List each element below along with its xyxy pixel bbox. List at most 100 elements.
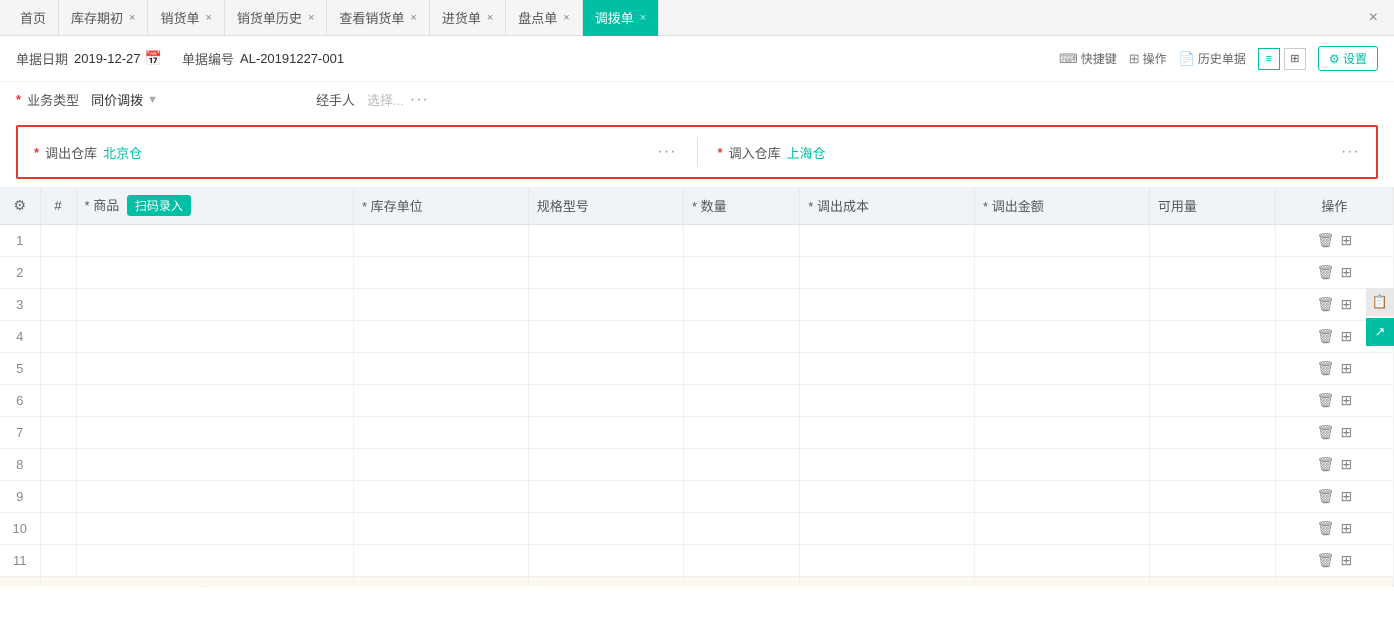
tab-home[interactable]: 首页 <box>8 0 59 36</box>
tab-close-sales-history[interactable]: × <box>308 12 314 24</box>
tab-sales-history[interactable]: 销货单历史 × <box>225 0 327 36</box>
tab-close-transfer[interactable]: × <box>640 12 646 24</box>
scan-button[interactable]: 扫码录入 <box>127 195 191 216</box>
delete-icon[interactable]: 🗑 <box>1317 552 1335 569</box>
delete-icon[interactable]: 🗑 <box>1317 520 1335 537</box>
operator-select[interactable]: 选择... <box>367 90 404 109</box>
settings-gear-icon: ⚙ <box>1329 52 1340 66</box>
business-type-field: * 业务类型 同价调拨 ▼ <box>16 90 296 109</box>
date-label: 单据日期 <box>16 49 68 68</box>
tab-close-purchase[interactable]: × <box>487 12 493 24</box>
tab-transfer[interactable]: 调拨单 × <box>583 0 659 36</box>
table-row: 9🗑⊞ <box>0 481 1394 513</box>
table-settings-icon[interactable]: ⚙ <box>13 197 26 213</box>
delete-icon[interactable]: 🗑 <box>1317 424 1335 441</box>
warehouse-out-required: * <box>34 145 39 160</box>
warehouse-in-required: * <box>718 145 723 160</box>
col-amount: * 调出金额 <box>975 187 1150 225</box>
col-spec: 规格型号 <box>528 187 683 225</box>
tab-bar: 首页 库存期初 × 销货单 × 销货单历史 × 查看销货单 × 进货单 × 盘点… <box>0 0 1394 36</box>
sidebar-expand-btn[interactable]: ↗ <box>1366 318 1394 346</box>
warehouse-in-label: 调入仓库 <box>729 143 781 162</box>
col-index: # <box>40 187 76 225</box>
tab-close-inventory-init[interactable]: × <box>129 12 135 24</box>
sidebar-doc-btn[interactable]: 📋 <box>1366 288 1394 316</box>
table-row: 6🗑⊞ <box>0 385 1394 417</box>
col-unit: * 库存单位 <box>353 187 528 225</box>
warehouse-in-value[interactable]: 上海仓 <box>787 143 826 162</box>
warehouse-out-more-btn[interactable]: ··· <box>658 143 677 161</box>
copy-icon[interactable]: ⊞ <box>1340 296 1352 313</box>
delete-icon[interactable]: 🗑 <box>1317 232 1335 249</box>
business-row: * 业务类型 同价调拨 ▼ 经手人 选择... ··· <box>0 82 1394 117</box>
table-row: 1🗑⊞ <box>0 225 1394 257</box>
delete-icon[interactable]: 🗑 <box>1317 360 1335 377</box>
operator-more-btn[interactable]: ··· <box>410 91 429 109</box>
right-sidebar: 📋 ↗ <box>1366 288 1394 346</box>
tab-close-sales-order[interactable]: × <box>205 12 211 24</box>
table-row: 2🗑⊞ <box>0 257 1394 289</box>
tab-inventory-init[interactable]: 库存期初 × <box>59 0 148 36</box>
warehouse-divider <box>697 137 698 167</box>
table-container: ⚙ # * 商品 扫码录入 * 库存单位 规格型号 * 数量 * <box>0 187 1394 587</box>
history-icon: 📄 <box>1179 51 1195 67</box>
code-field: 单据编号 AL-20191227-001 <box>182 49 344 68</box>
copy-icon[interactable]: ⊞ <box>1340 552 1352 569</box>
col-available: 可用量 <box>1149 187 1275 225</box>
copy-icon[interactable]: ⊞ <box>1340 488 1352 505</box>
copy-icon[interactable]: ⊞ <box>1340 328 1352 345</box>
dropdown-arrow-icon: ▼ <box>147 94 158 106</box>
copy-icon[interactable]: ⊞ <box>1340 392 1352 409</box>
shortcut-action[interactable]: ⌨ 快捷键 <box>1059 50 1117 67</box>
copy-icon[interactable]: ⊞ <box>1340 264 1352 281</box>
delete-icon[interactable]: 🗑 <box>1317 392 1335 409</box>
tab-close-stocktake[interactable]: × <box>563 12 569 24</box>
delete-icon[interactable]: 🗑 <box>1317 264 1335 281</box>
tab-close-view-sales[interactable]: × <box>410 12 416 24</box>
delete-icon[interactable]: 🗑 <box>1317 328 1335 345</box>
subtotal-cost: 0.00 <box>800 577 975 588</box>
tab-purchase[interactable]: 进货单 × <box>430 0 506 36</box>
col-settings[interactable]: ⚙ <box>0 187 40 225</box>
code-label: 单据编号 <box>182 49 234 68</box>
copy-icon[interactable]: ⊞ <box>1340 360 1352 377</box>
layout-icon-grid[interactable]: ⊞ <box>1284 48 1306 70</box>
operator-label: 经手人 <box>316 90 355 109</box>
col-ops: 操作 <box>1275 187 1393 225</box>
tab-sales-order[interactable]: 销货单 × <box>148 0 224 36</box>
copy-icon[interactable]: ⊞ <box>1340 232 1352 249</box>
col-product: * 商品 扫码录入 <box>76 187 353 225</box>
table-row: 3🗑⊞ <box>0 289 1394 321</box>
window-close-button[interactable]: × <box>1361 9 1386 27</box>
delete-icon[interactable]: 🗑 <box>1317 488 1335 505</box>
operate-action[interactable]: ⊞ 操作 <box>1129 50 1167 67</box>
settings-button[interactable]: ⚙ 设置 <box>1318 46 1378 71</box>
shortcut-icon: ⌨ <box>1059 51 1078 67</box>
table-row: 4🗑⊞ <box>0 321 1394 353</box>
date-value: 2019-12-27 <box>74 51 141 66</box>
col-qty: * 数量 <box>683 187 799 225</box>
business-type-label: 业务类型 <box>27 90 79 109</box>
warehouse-in-field: * 调入仓库 上海仓 ··· <box>718 143 1361 162</box>
layout-icons: ≡ ⊞ <box>1258 48 1306 70</box>
business-type-select[interactable]: 同价调拨 ▼ <box>91 90 296 109</box>
copy-icon[interactable]: ⊞ <box>1340 424 1352 441</box>
copy-icon[interactable]: ⊞ <box>1340 520 1352 537</box>
warehouse-in-more-btn[interactable]: ··· <box>1341 143 1360 161</box>
table-row: 5🗑⊞ <box>0 353 1394 385</box>
operate-icon: ⊞ <box>1129 51 1140 67</box>
subtotal-row: 小计 0.00 0.00 0.00 <box>0 577 1394 588</box>
delete-icon[interactable]: 🗑 <box>1317 456 1335 473</box>
warehouse-out-value[interactable]: 北京仓 <box>103 143 142 162</box>
layout-icon-list[interactable]: ≡ <box>1258 48 1280 70</box>
header-actions: ⌨ 快捷键 ⊞ 操作 📄 历史单据 ≡ ⊞ ⚙ 设置 <box>1059 46 1378 71</box>
business-type-required: * <box>16 92 21 107</box>
tab-stocktake[interactable]: 盘点单 × <box>506 0 582 36</box>
copy-icon[interactable]: ⊞ <box>1340 456 1352 473</box>
history-action[interactable]: 📄 历史单据 <box>1179 50 1246 67</box>
calendar-icon[interactable]: 📅 <box>145 50 162 67</box>
tab-view-sales[interactable]: 查看销货单 × <box>327 0 429 36</box>
warehouse-out-field: * 调出仓库 北京仓 ··· <box>34 143 677 162</box>
delete-icon[interactable]: 🗑 <box>1317 296 1335 313</box>
transfer-table: ⚙ # * 商品 扫码录入 * 库存单位 规格型号 * 数量 * <box>0 187 1394 587</box>
